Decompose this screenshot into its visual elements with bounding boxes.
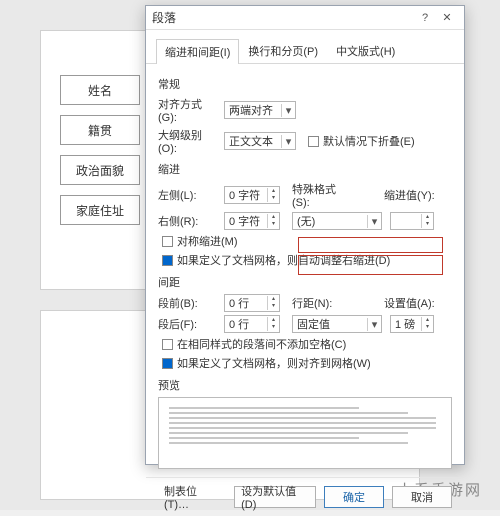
help-button[interactable]: ? [414, 9, 436, 27]
indent-left-label: 左侧(L): [158, 187, 220, 203]
chevron-down-icon: ▾ [281, 104, 295, 117]
setat-label: 设置值(A): [384, 295, 436, 311]
mirror-checkbox[interactable] [162, 236, 173, 247]
spinner-arrows-icon: ▴▾ [267, 296, 279, 310]
before-label: 段前(B): [158, 295, 220, 311]
indent-right-spinner[interactable]: 0 字符 ▴▾ [224, 212, 280, 230]
tab-asian-typography[interactable]: 中文版式(H) [327, 38, 404, 63]
outline-combo[interactable]: 正文文本 ▾ [224, 132, 296, 150]
preview-pane [158, 397, 452, 469]
special-combo[interactable]: (无) ▾ [292, 212, 382, 230]
collapsed-label: 默认情况下折叠(E) [323, 133, 415, 149]
before-spinner[interactable]: 0 行 ▴▾ [224, 294, 280, 312]
set-default-button[interactable]: 设为默认值(D) [234, 486, 316, 508]
tabs-button[interactable]: 制表位(T)… [158, 486, 226, 508]
special-value: (无) [293, 213, 367, 229]
auto-indent-label: 如果定义了文档网格，则自动调整右缩进(D) [177, 252, 390, 268]
alignment-label: 对齐方式(G): [158, 96, 220, 124]
indent-val-label: 缩进值(Y): [384, 187, 436, 203]
linespacing-label: 行距(N): [292, 295, 344, 311]
dialog-footer: 制表位(T)… 设为默认值(D) 确定 取消 [146, 477, 464, 516]
chevron-down-icon: ▾ [367, 215, 381, 228]
auto-indent-checkbox[interactable] [162, 255, 173, 266]
section-preview: 预览 [158, 377, 452, 393]
cancel-button[interactable]: 取消 [392, 486, 452, 508]
before-value: 0 行 [225, 295, 267, 311]
after-label: 段后(F): [158, 316, 220, 332]
spinner-arrows-icon: ▴▾ [421, 214, 433, 228]
indent-left-value: 0 字符 [225, 187, 267, 203]
setat-value: 1 磅 [391, 316, 421, 332]
dialog-title: 段落 [152, 9, 176, 26]
section-indent: 缩进 [158, 161, 452, 177]
title-bar: 段落 ? ✕ [146, 6, 464, 30]
section-spacing: 间距 [158, 274, 452, 290]
alignment-value: 两端对齐 [225, 102, 281, 118]
paragraph-dialog: 段落 ? ✕ 缩进和间距(I) 换行和分页(P) 中文版式(H) 常规 对齐方式… [145, 5, 465, 465]
indent-val-spinner[interactable]: ▴▾ [390, 212, 434, 230]
after-value: 0 行 [225, 316, 267, 332]
section-general: 常规 [158, 76, 452, 92]
tab-bar: 缩进和间距(I) 换行和分页(P) 中文版式(H) [146, 30, 464, 64]
special-label: 特殊格式(S): [292, 181, 344, 209]
linespacing-value: 固定值 [293, 316, 367, 332]
chevron-down-icon: ▾ [367, 318, 381, 331]
snap-label: 如果定义了文档网格，则对齐到网格(W) [177, 355, 371, 371]
form-label: 家庭住址 [60, 195, 140, 225]
outline-label: 大纲级别(O): [158, 127, 220, 155]
setat-spinner[interactable]: 1 磅 ▴▾ [390, 315, 434, 333]
indent-left-spinner[interactable]: 0 字符 ▴▾ [224, 186, 280, 204]
chevron-down-icon: ▾ [281, 135, 295, 148]
ok-button[interactable]: 确定 [324, 486, 384, 508]
mirror-label: 对称缩进(M) [177, 233, 238, 249]
indent-right-label: 右侧(R): [158, 213, 220, 229]
snap-checkbox[interactable] [162, 358, 173, 369]
form-label: 政治面貌 [60, 155, 140, 185]
collapsed-checkbox[interactable] [308, 136, 319, 147]
nospace-label: 在相同样式的段落间不添加空格(C) [177, 336, 346, 352]
linespacing-combo[interactable]: 固定值 ▾ [292, 315, 382, 333]
tab-line-page-breaks[interactable]: 换行和分页(P) [239, 38, 327, 63]
outline-value: 正文文本 [225, 133, 281, 149]
form-label: 籍贯 [60, 115, 140, 145]
spinner-arrows-icon: ▴▾ [267, 188, 279, 202]
close-button[interactable]: ✕ [436, 9, 458, 27]
spinner-arrows-icon: ▴▾ [267, 214, 279, 228]
after-spinner[interactable]: 0 行 ▴▾ [224, 315, 280, 333]
nospace-checkbox[interactable] [162, 339, 173, 350]
spinner-arrows-icon: ▴▾ [421, 317, 433, 331]
dialog-body: 常规 对齐方式(G): 两端对齐 ▾ 大纲级别(O): 正文文本 ▾ 默认情况下… [146, 64, 464, 477]
tab-indent-spacing[interactable]: 缩进和间距(I) [156, 39, 239, 64]
spinner-arrows-icon: ▴▾ [267, 317, 279, 331]
indent-right-value: 0 字符 [225, 213, 267, 229]
form-label: 姓名 [60, 75, 140, 105]
alignment-combo[interactable]: 两端对齐 ▾ [224, 101, 296, 119]
